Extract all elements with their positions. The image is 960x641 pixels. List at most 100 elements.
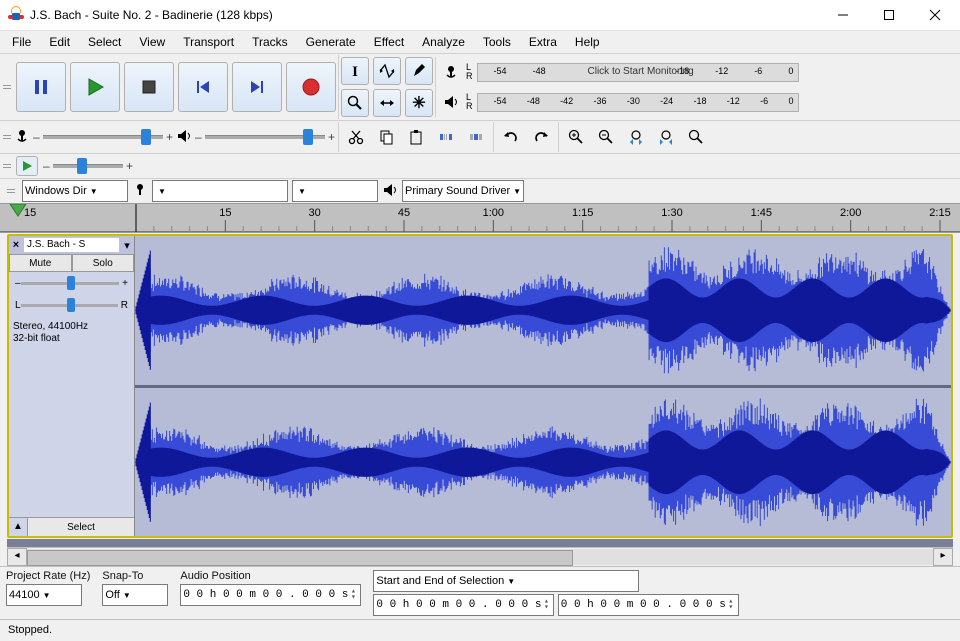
svg-text:1:45: 1:45 [751,207,772,219]
zoom-in-button[interactable] [563,124,589,150]
recording-channels-select[interactable]: ▼ [292,180,378,202]
menu-view[interactable]: View [131,33,173,51]
zoom-out-button[interactable] [593,124,619,150]
menu-tracks[interactable]: Tracks [244,33,296,51]
play-head[interactable] [10,204,26,221]
recording-volume-slider[interactable] [33,125,173,149]
audio-position-field[interactable]: 0 0 h 0 0 m 0 0 . 0 0 0 s▴▾ [180,584,361,606]
play-meter-icon[interactable] [438,89,464,115]
maximize-button[interactable] [866,0,912,30]
svg-text:2:00: 2:00 [840,207,861,219]
track-control-panel: × J.S. Bach - S ▾ Mute Solo –+ LR Stereo… [9,236,135,536]
timeline-ruler[interactable]: 151530451:001:151:301:452:002:15 [0,203,960,233]
pan-slider[interactable]: LR [9,294,134,316]
recording-device-select[interactable]: ▼ [152,180,288,202]
skip-start-button[interactable] [178,62,228,112]
svg-text:✳: ✳ [412,95,425,112]
timeshift-tool[interactable] [373,89,401,117]
track-close-button[interactable]: × [9,239,23,251]
transport-toolbar: I ✳ LR -54-48-18-12-60 Click to Start Mo… [0,53,960,120]
grip-handle[interactable] [3,74,11,100]
draw-tool[interactable] [405,57,433,85]
audio-host-select[interactable]: Windows Dir▼ [22,180,128,202]
track-select-button[interactable]: Select [27,518,134,536]
menu-generate[interactable]: Generate [298,33,364,51]
menu-bar: File Edit Select View Transport Tracks G… [0,31,960,53]
playback-speed-slider[interactable] [43,154,133,178]
scroll-right-button[interactable]: ▸ [933,548,953,566]
collapse-button[interactable]: ▲ [9,518,27,536]
grip-handle[interactable] [3,157,11,175]
close-button[interactable] [912,0,958,30]
grip-handle[interactable] [3,124,11,150]
menu-file[interactable]: File [4,33,39,51]
selection-toolbar: Project Rate (Hz) 44100▼ Snap-To Off▼ Au… [0,566,960,619]
selection-tool[interactable]: I [341,57,369,85]
record-button[interactable] [286,62,336,112]
title-bar: J.S. Bach - Suite No. 2 - Badinerie (128… [0,0,960,31]
silence-button[interactable] [463,124,489,150]
device-toolbar: Windows Dir▼ ▼ ▼ Primary Sound Driver▼ [0,178,960,203]
menu-tools[interactable]: Tools [475,33,519,51]
menu-transport[interactable]: Transport [175,33,242,51]
mic-icon [14,128,30,147]
playback-volume-slider[interactable] [195,125,335,149]
fit-selection-button[interactable] [623,124,649,150]
snap-to-label: Snap-To [102,570,168,582]
zoom-toggle-button[interactable] [683,124,709,150]
svg-text:1:00: 1:00 [483,207,504,219]
copy-button[interactable] [373,124,399,150]
horizontal-scrollbar[interactable]: ◂ ▸ [7,547,953,566]
menu-select[interactable]: Select [80,33,129,51]
menu-edit[interactable]: Edit [41,33,78,51]
waveform-right[interactable]: 1.00.50.0-0.5-1.0 [135,388,951,537]
project-rate-select[interactable]: 44100▼ [6,584,82,606]
svg-text:2:15: 2:15 [929,207,950,219]
track-name[interactable]: J.S. Bach - S [24,238,119,252]
selection-mode-select[interactable]: Start and End of Selection▼ [373,570,639,592]
zoom-tool[interactable] [341,89,369,117]
playback-meter[interactable]: -54-48-42-36-30-24-18-12-60 [477,93,799,112]
meter-start-text: Click to Start Monitoring [588,66,694,77]
scroll-left-button[interactable]: ◂ [7,548,27,566]
app-icon [8,7,24,23]
play-at-speed-button[interactable] [16,156,38,176]
recording-meter[interactable]: -54-48-18-12-60 Click to Start Monitorin… [477,63,799,82]
playback-device-select[interactable]: Primary Sound Driver▼ [402,180,524,202]
solo-button[interactable]: Solo [72,254,135,272]
selection-start-field[interactable]: 0 0 h 0 0 m 0 0 . 0 0 0 s▴▾ [373,594,554,616]
rec-meter-icon[interactable] [438,59,464,85]
paste-button[interactable] [403,124,429,150]
selection-end-field[interactable]: 0 0 h 0 0 m 0 0 . 0 0 0 s▴▾ [558,594,739,616]
window-title: J.S. Bach - Suite No. 2 - Badinerie (128… [30,8,820,22]
track-format: Stereo, 44100Hz [13,321,130,333]
audio-position-label: Audio Position [180,570,361,582]
svg-text:1:15: 1:15 [572,207,593,219]
redo-button[interactable] [528,124,554,150]
gain-slider[interactable]: –+ [9,272,134,294]
track-menu-button[interactable]: ▾ [120,239,134,252]
menu-effect[interactable]: Effect [366,33,412,51]
multi-tool[interactable]: ✳ [405,89,433,117]
svg-text:I: I [352,64,358,80]
status-bar: Stopped. [0,619,960,640]
menu-analyze[interactable]: Analyze [414,33,473,51]
mic-icon [132,182,148,201]
menu-help[interactable]: Help [567,33,608,51]
play-button[interactable] [70,62,120,112]
fit-project-button[interactable] [653,124,679,150]
envelope-tool[interactable] [373,57,401,85]
mute-button[interactable]: Mute [9,254,72,272]
trim-button[interactable] [433,124,459,150]
grip-handle[interactable] [7,182,15,200]
scrollbar-thumb[interactable] [27,550,573,566]
waveform-left[interactable]: 1.00.50.0-0.5-1.0 [135,236,951,388]
undo-button[interactable] [498,124,524,150]
pause-button[interactable] [16,62,66,112]
menu-extra[interactable]: Extra [521,33,565,51]
skip-end-button[interactable] [232,62,282,112]
snap-to-select[interactable]: Off▼ [102,584,168,606]
cut-button[interactable] [343,124,369,150]
stop-button[interactable] [124,62,174,112]
minimize-button[interactable] [820,0,866,30]
